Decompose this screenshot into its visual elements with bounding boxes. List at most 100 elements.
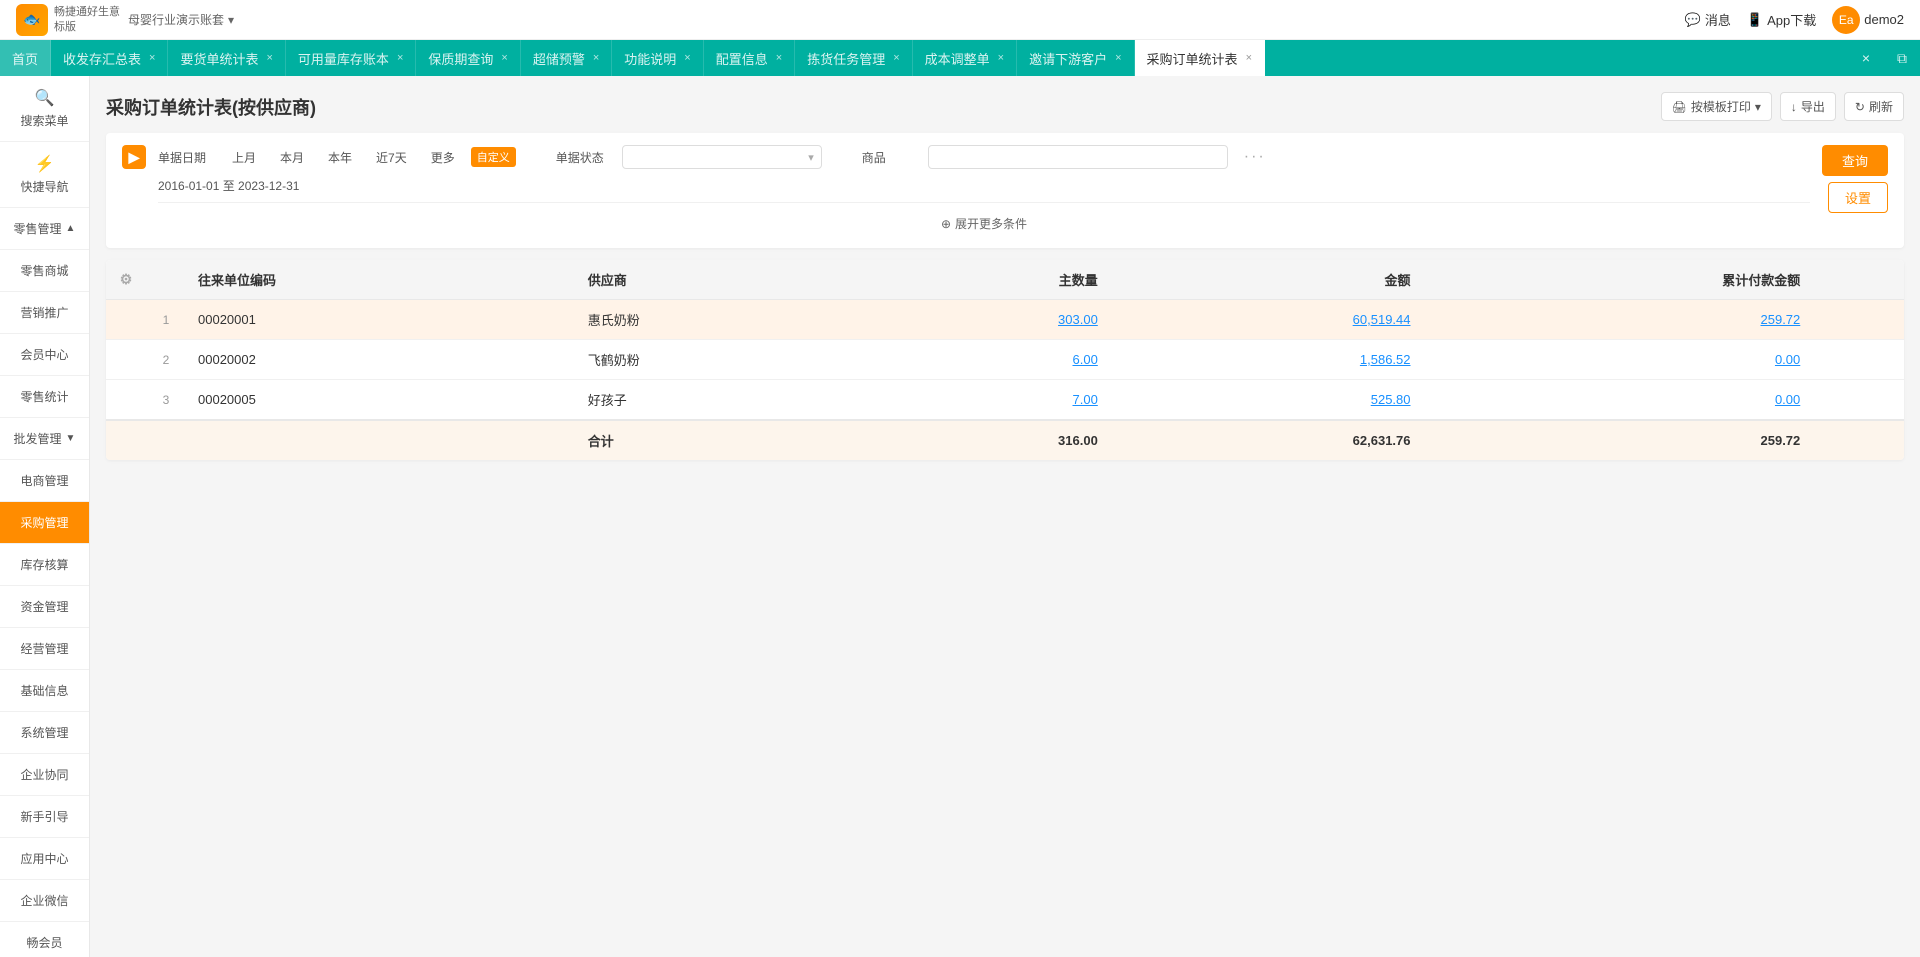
tab-9[interactable]: 成本调整单 × <box>913 40 1017 76</box>
col-supplier-name-header: 供应商 <box>576 260 866 300</box>
close-all-tabs-btn[interactable]: × <box>1848 40 1884 76</box>
tab-6[interactable]: 功能说明 × <box>612 40 703 76</box>
sidebar-item-marketing[interactable]: 营销推广 <box>0 292 89 334</box>
message-btn[interactable]: 💬 消息 <box>1685 10 1731 29</box>
sidebar-item-wechat[interactable]: 企业微信 <box>0 880 89 922</box>
tab-10[interactable]: 邀请下游客户 × <box>1017 40 1134 76</box>
tab-4[interactable]: 保质期查询 × <box>416 40 520 76</box>
row-amount[interactable]: 1,586.52 <box>1110 340 1423 380</box>
sidebar-item-finance[interactable]: 资金管理 <box>0 586 89 628</box>
row-quantity[interactable]: 303.00 <box>866 300 1110 340</box>
chevron-down-icon: ▼ <box>66 433 76 444</box>
print-button[interactable]: 🖨 按模板打印 ▾ <box>1661 92 1772 121</box>
download-icon: 📱 <box>1747 12 1763 28</box>
quick-date-more[interactable]: 更多 <box>423 147 463 168</box>
filter-main-row: ▶ 单据日期 上月 本月 本年 近7天 更多 自定义 单据状态 <box>122 145 1888 236</box>
row-supplier-code: 00020001 <box>186 300 576 340</box>
quick-date-7days[interactable]: 近7天 <box>368 147 415 168</box>
quick-date-prev-month[interactable]: 上月 <box>224 147 264 168</box>
sidebar-item-system[interactable]: 系统管理 <box>0 712 89 754</box>
tab-11[interactable]: 采购订单统计表 × <box>1135 40 1265 76</box>
search-icon: 🔍 <box>35 88 55 108</box>
row-amount[interactable]: 525.80 <box>1110 380 1423 421</box>
user-menu[interactable]: Ea demo2 <box>1832 6 1904 34</box>
close-icon[interactable]: × <box>998 52 1004 64</box>
tab-5[interactable]: 超储预警 × <box>521 40 612 76</box>
refresh-icon: ↻ <box>1855 100 1865 114</box>
sidebar-item-vip[interactable]: 畅会员 <box>0 922 89 957</box>
col-supplier-code-header: 往来单位编码 <box>186 260 576 300</box>
workspace-selector[interactable]: 母婴行业演示账套 ▾ <box>128 11 234 28</box>
close-icon[interactable]: × <box>397 52 403 64</box>
tab-3[interactable]: 可用量库存账本 × <box>286 40 416 76</box>
export-button[interactable]: ↓ 导出 <box>1780 92 1836 121</box>
filter-toggle-btn[interactable]: ▶ <box>122 145 146 169</box>
search-button[interactable]: 查询 <box>1822 145 1888 176</box>
col-amount-header: 金额 <box>1110 260 1423 300</box>
row-supplier-name: 飞鹤奶粉 <box>576 340 866 380</box>
tab-1[interactable]: 收发存汇总表 × <box>51 40 168 76</box>
sidebar-item-enterprise[interactable]: 企业协同 <box>0 754 89 796</box>
table-footer-row: 合计 316.00 62,631.76 259.72 <box>106 420 1904 460</box>
sidebar-item-quicknav[interactable]: ⚡ 快捷导航 <box>0 142 89 208</box>
sidebar-item-retail-stats[interactable]: 零售统计 <box>0 376 89 418</box>
sidebar-item-inventory[interactable]: 库存核算 <box>0 544 89 586</box>
row-paid-amount[interactable]: 259.72 <box>1423 300 1813 340</box>
app-download-btn[interactable]: 📱 App下载 <box>1747 10 1816 29</box>
sidebar-item-appstore[interactable]: 应用中心 <box>0 838 89 880</box>
chevron-down-icon: ▲ <box>66 223 76 234</box>
sidebar-item-retail-mall[interactable]: 零售商城 <box>0 250 89 292</box>
date-range-value: 2016-01-01 至 2023-12-31 <box>158 177 299 194</box>
status-select-wrapper: ▾ <box>622 145 822 169</box>
filter-settings-button[interactable]: 设置 <box>1828 182 1888 213</box>
tab-8[interactable]: 拣货任务管理 × <box>795 40 912 76</box>
close-icon[interactable]: × <box>776 52 782 64</box>
data-table: ⚙ 往来单位编码 供应商 主数量 金额 累计付款金额 1 00020001 惠氏… <box>106 260 1904 460</box>
row-paid-amount[interactable]: 0.00 <box>1423 380 1813 421</box>
close-icon[interactable]: × <box>684 52 690 64</box>
quick-date-this-month[interactable]: 本月 <box>272 147 312 168</box>
row-quantity[interactable]: 6.00 <box>866 340 1110 380</box>
col-settings-header: ⚙ <box>106 260 146 300</box>
close-icon[interactable]: × <box>593 52 599 64</box>
row-settings-cell <box>106 340 146 380</box>
sidebar-item-guide[interactable]: 新手引导 <box>0 796 89 838</box>
close-icon[interactable]: × <box>149 52 155 64</box>
goods-label: 商品 <box>862 149 912 166</box>
close-icon[interactable]: × <box>501 52 507 64</box>
col-paid-header: 累计付款金额 <box>1423 260 1813 300</box>
restore-btn[interactable]: ⧉ <box>1884 40 1920 76</box>
quick-date-this-year[interactable]: 本年 <box>320 147 360 168</box>
col-extra-header <box>1812 260 1904 300</box>
sidebar-item-purchase[interactable]: 采购管理 <box>0 502 89 544</box>
status-select[interactable] <box>622 145 822 169</box>
row-amount[interactable]: 60,519.44 <box>1110 300 1423 340</box>
logo-icon: 🐟 <box>16 4 48 36</box>
sidebar-item-wholesale[interactable]: 批发管理 ▼ <box>0 418 89 460</box>
quick-dates: 上月 本月 本年 近7天 更多 自定义 <box>224 147 516 168</box>
sidebar-item-ecommerce[interactable]: 电商管理 <box>0 460 89 502</box>
row-paid-amount[interactable]: 0.00 <box>1423 340 1813 380</box>
row-extra <box>1812 300 1904 340</box>
filter-date-range-row: 2016-01-01 至 2023-12-31 <box>158 177 1810 194</box>
footer-code-cell <box>186 420 576 460</box>
close-icon[interactable]: × <box>266 52 272 64</box>
sidebar-item-retail[interactable]: 零售管理 ▲ <box>0 208 89 250</box>
sidebar-item-basic[interactable]: 基础信息 <box>0 670 89 712</box>
tab-2[interactable]: 要货单统计表 × <box>168 40 285 76</box>
close-icon[interactable]: × <box>1246 52 1252 64</box>
tab-home[interactable]: 首页 <box>0 40 51 76</box>
column-settings-icon[interactable]: ⚙ <box>120 271 133 287</box>
page-header: 采购订单统计表(按供应商) 🖨 按模板打印 ▾ ↓ 导出 ↻ 刷新 <box>106 92 1904 121</box>
goods-input[interactable] <box>928 145 1228 169</box>
sidebar-item-search[interactable]: 🔍 搜索菜单 <box>0 76 89 142</box>
close-icon[interactable]: × <box>1115 52 1121 64</box>
sidebar-item-members[interactable]: 会员中心 <box>0 334 89 376</box>
sidebar-item-operations[interactable]: 经营管理 <box>0 628 89 670</box>
refresh-button[interactable]: ↻ 刷新 <box>1844 92 1904 121</box>
close-icon[interactable]: × <box>893 52 899 64</box>
row-quantity[interactable]: 7.00 <box>866 380 1110 421</box>
goods-more-btn[interactable]: ··· <box>1244 148 1266 166</box>
expand-more-btn[interactable]: ⊕ 展开更多条件 <box>937 211 1031 236</box>
tab-7[interactable]: 配置信息 × <box>704 40 795 76</box>
